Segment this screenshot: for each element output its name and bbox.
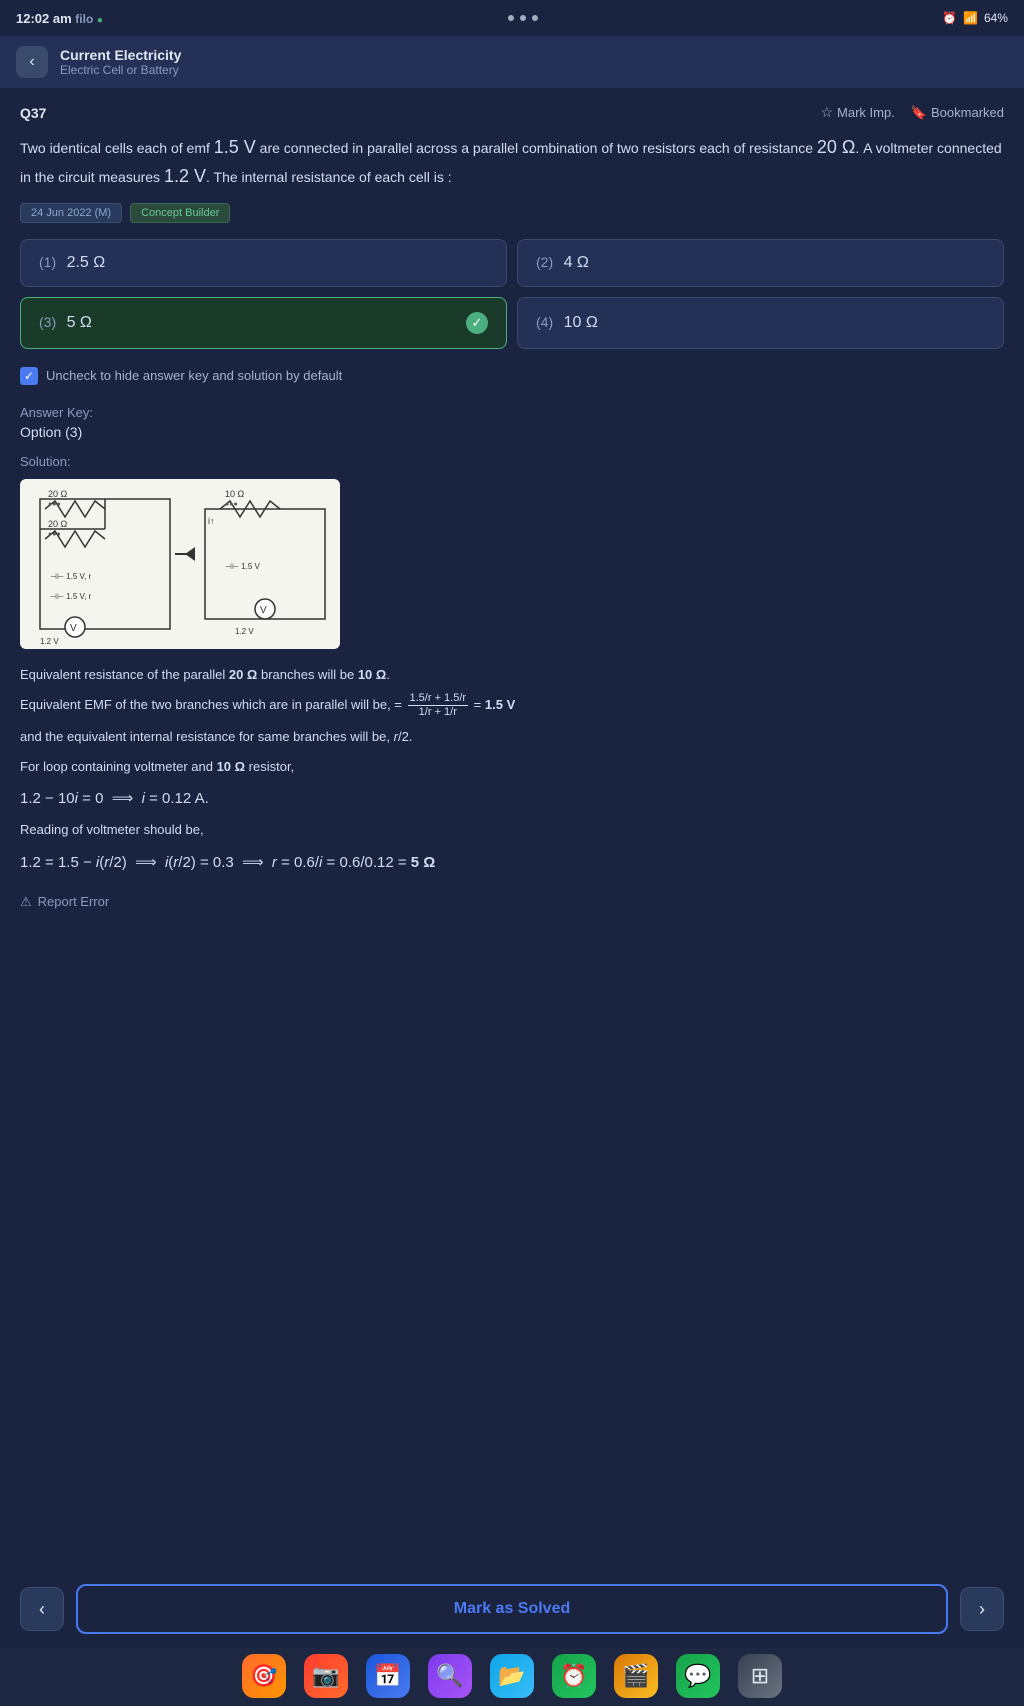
solution-line-5: Reading of voltmeter should be, [20,818,1004,841]
dock-icon-4[interactable]: 🔍 [428,1654,472,1698]
svg-text:⊣⊢ 1.5 V, r: ⊣⊢ 1.5 V, r [50,592,92,601]
mark-imp-button[interactable]: ☆ Mark Imp. [820,104,894,121]
status-dots [508,15,538,21]
dock-icon-2[interactable]: 📷 [304,1654,348,1698]
svg-text:1.2 V: 1.2 V [40,637,59,646]
solution-line-2: Equivalent EMF of the two branches which… [20,692,1004,719]
signal-icon: 📶 [963,11,978,25]
prev-icon: ‹ [39,1599,45,1620]
answer-key-checkbox[interactable]: ✓ [20,367,38,385]
star-icon: ☆ [820,104,833,121]
clock-icon: ⏰ [942,11,957,25]
mark-solved-button[interactable]: Mark as Solved [76,1584,948,1634]
options-grid: (1) 2.5 Ω (2) 4 Ω (3) 5 Ω ✓ (4) 10 Ω [20,239,1004,349]
warning-icon: ⚠ [20,894,32,910]
back-button[interactable]: ‹ [16,46,48,78]
bookmark-icon: 🔖 [911,105,927,121]
bookmark-button[interactable]: 🔖 Bookmarked [911,105,1004,121]
question-text: Two identical cells each of emf 1.5 V ar… [20,133,1004,191]
svg-text:V: V [260,605,267,616]
dock-icon-9[interactable]: ⊞ [738,1654,782,1698]
svg-text:20 Ω: 20 Ω [48,489,68,499]
checkbox-row: ✓ Uncheck to hide answer key and solutio… [20,367,1004,385]
option-2[interactable]: (2) 4 Ω [517,239,1004,287]
dock-icon-5[interactable]: 📂 [490,1654,534,1698]
svg-text:⊣⊢ 1.5 V: ⊣⊢ 1.5 V [225,562,261,571]
next-icon: › [979,1599,985,1620]
svg-text:●●●: ●●● [225,501,238,508]
answer-key-value: Option (3) [20,424,1004,440]
svg-text:20 Ω: 20 Ω [48,519,68,529]
svg-text:●●●: ●●● [48,501,61,508]
option-3[interactable]: (3) 5 Ω ✓ [20,297,507,349]
bottom-bar: ‹ Mark as Solved › [0,1572,1024,1646]
solution-label: Solution: [20,454,1004,469]
question-actions: ☆ Mark Imp. 🔖 Bookmarked [820,104,1004,121]
checkbox-label: Uncheck to hide answer key and solution … [46,368,342,383]
status-bar: 12:02 am filo ● ⏰ 📶 64% [0,0,1024,36]
circuit-svg: 20 Ω ●●● 20 Ω ●●● ⊣⊢ 1.5 V, r ⊣⊢ 1.5 V, … [20,479,340,649]
nav-title-sub: Electric Cell or Battery [60,63,181,77]
svg-text:⊣⊢ 1.5 V, r: ⊣⊢ 1.5 V, r [50,572,92,581]
question-header: Q37 ☆ Mark Imp. 🔖 Bookmarked [20,104,1004,121]
dock-icon-8[interactable]: 💬 [676,1654,720,1698]
svg-text:10 Ω: 10 Ω [225,489,245,499]
status-time: 12:02 am filo ● [16,11,103,26]
battery-label: 64% [984,11,1008,25]
solution-line-3: and the equivalent internal resistance f… [20,725,1004,748]
solution-formula-1: 1.2 − 10i = 0 ⟹ i = 0.12 A. [20,784,1004,814]
status-icons: ⏰ 📶 64% [942,11,1008,25]
top-nav: ‹ Current Electricity Electric Cell or B… [0,36,1024,88]
dock-icon-6[interactable]: ⏰ [552,1654,596,1698]
dock: 🎯 📷 📅 🔍 📂 ⏰ 🎬 💬 ⊞ [0,1646,1024,1706]
date-tag: 24 Jun 2022 (M) [20,203,122,223]
main-content: Q37 ☆ Mark Imp. 🔖 Bookmarked Two identic… [0,88,1024,926]
svg-text:●●●: ●●● [48,531,61,538]
nav-title-container: Current Electricity Electric Cell or Bat… [60,47,181,77]
answer-key-section: Answer Key: Option (3) [20,405,1004,440]
question-number: Q37 [20,105,46,121]
option-4[interactable]: (4) 10 Ω [517,297,1004,349]
solution-line-4: For loop containing voltmeter and 10 Ω r… [20,755,1004,778]
dock-icon-3[interactable]: 📅 [366,1654,410,1698]
answer-key-label: Answer Key: [20,405,1004,420]
option-1[interactable]: (1) 2.5 Ω [20,239,507,287]
tags-row: 24 Jun 2022 (M) Concept Builder [20,203,1004,223]
concept-tag: Concept Builder [130,203,230,223]
dock-icon-7[interactable]: 🎬 [614,1654,658,1698]
solution-formula-2: 1.2 = 1.5 − i(r/2) ⟹ i(r/2) = 0.3 ⟹ r = … [20,848,1004,878]
circuit-diagram: 20 Ω ●●● 20 Ω ●●● ⊣⊢ 1.5 V, r ⊣⊢ 1.5 V, … [20,479,340,649]
prev-button[interactable]: ‹ [20,1587,64,1631]
svg-text:V: V [70,623,77,634]
nav-title-main: Current Electricity [60,47,181,63]
correct-check-icon: ✓ [466,312,488,334]
dock-icon-1[interactable]: 🎯 [242,1654,286,1698]
report-error-button[interactable]: ⚠ Report Error [20,894,1004,910]
next-button[interactable]: › [960,1587,1004,1631]
solution-line-1: Equivalent resistance of the parallel 20… [20,663,1004,686]
svg-text:1.2 V: 1.2 V [235,627,254,636]
solution-section: Solution: 20 Ω ●●● 20 Ω ●●● ⊣⊢ 1.5 V, r [20,454,1004,878]
svg-text:i↑: i↑ [208,516,215,526]
